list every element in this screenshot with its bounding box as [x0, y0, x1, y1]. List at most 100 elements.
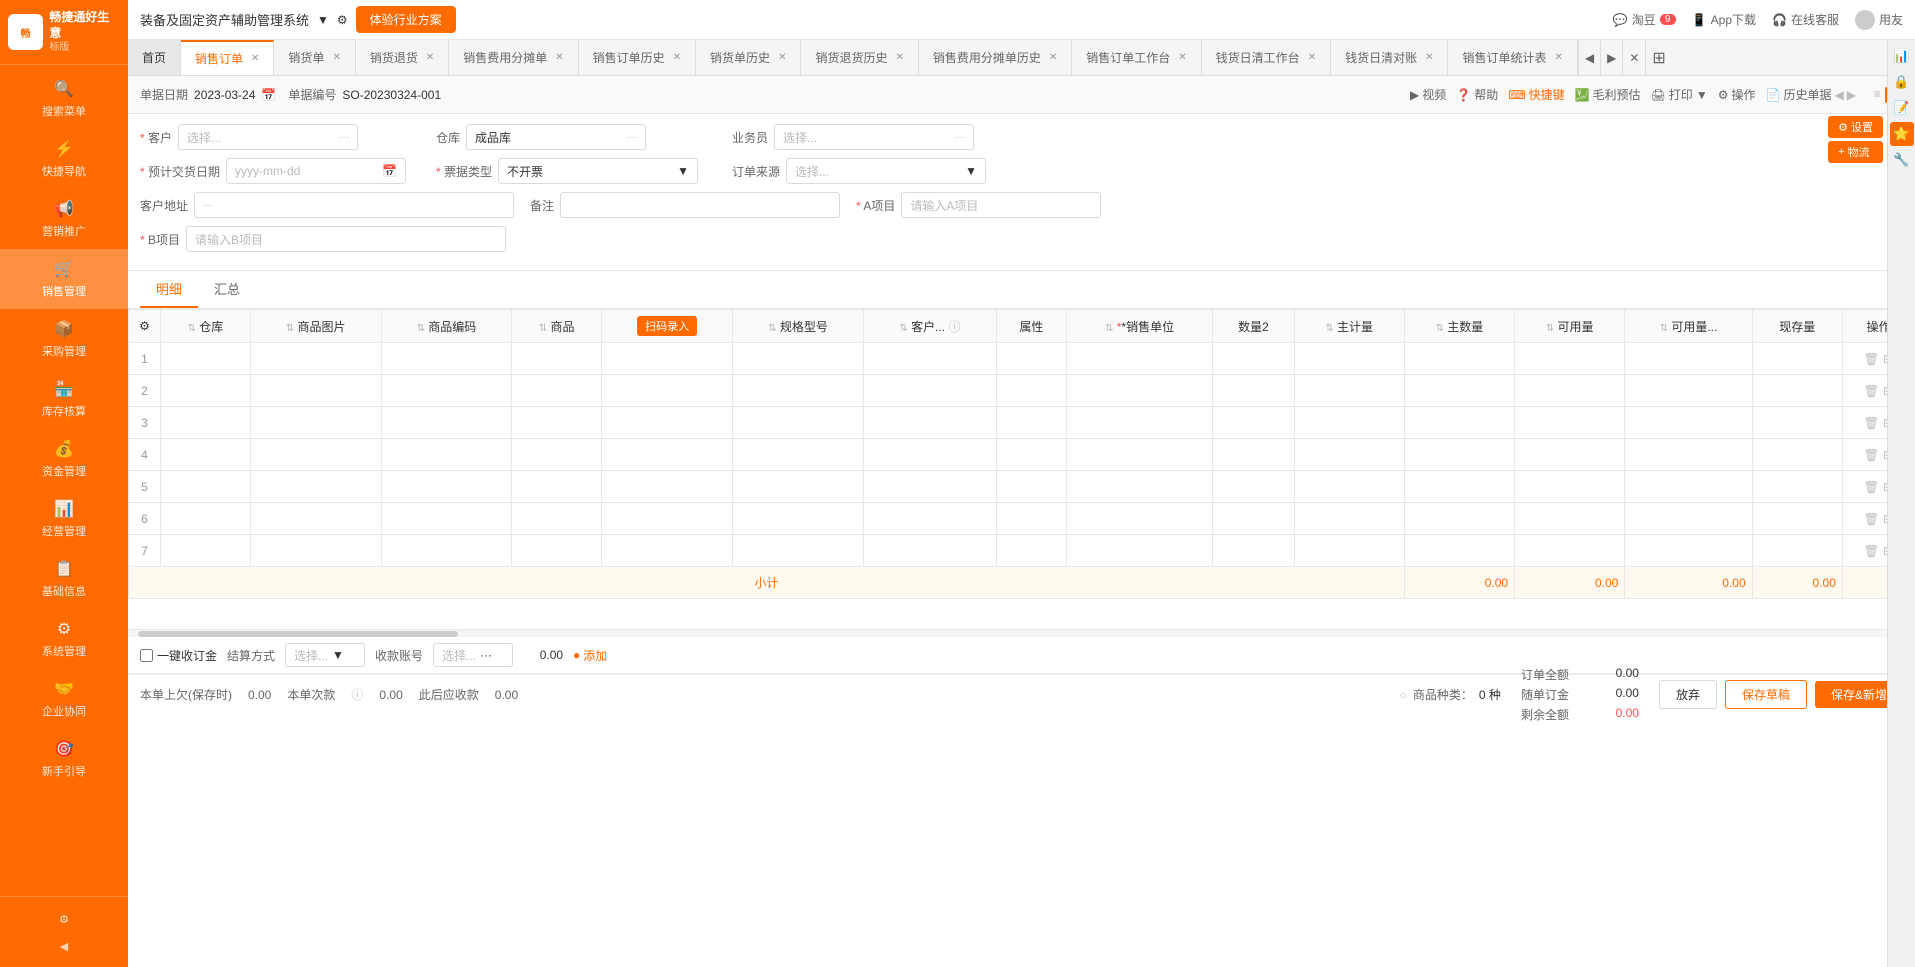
row-3-spec[interactable] — [733, 407, 864, 439]
tab-close-sales-order[interactable]: ✕ — [251, 53, 259, 64]
col-warehouse[interactable]: ⇅ 仓库 — [161, 310, 251, 343]
row-6-main-qty[interactable] — [1404, 503, 1514, 535]
row-2-customer-code[interactable] — [863, 375, 996, 407]
tab-sales-refund-history[interactable]: 销货退货历史 ✕ — [801, 40, 918, 76]
tab-close-sales-fee-history[interactable]: ✕ — [1049, 52, 1057, 63]
row-2-attribute[interactable] — [996, 375, 1066, 407]
tab-nav-close[interactable]: ✕ — [1622, 40, 1645, 76]
tab-sales-workbench[interactable]: 销售订单工作台 ✕ — [1072, 40, 1201, 76]
tab-close-sales-fee[interactable]: ✕ — [555, 52, 563, 63]
row-6-unit[interactable] — [1066, 503, 1213, 535]
row-5-product[interactable] — [512, 471, 602, 503]
settlement-method-select[interactable]: 选择... ▼ — [285, 643, 365, 667]
row-7-spec[interactable] — [733, 535, 864, 567]
sidebar-item-marketing[interactable]: 📢 营销推广 — [0, 189, 128, 249]
row-1-qty2[interactable] — [1213, 343, 1294, 375]
delete-icon[interactable]: 🗑 — [1864, 352, 1879, 366]
row-5-warehouse[interactable] — [161, 471, 251, 503]
sidebar-item-operations[interactable]: 📊 经营管理 — [0, 489, 128, 549]
remark-input[interactable] — [560, 192, 840, 218]
tab-nav-next[interactable]: ▶ — [1600, 40, 1622, 76]
row-3-product[interactable] — [512, 407, 602, 439]
tab-sales-history[interactable]: 销售订单历史 ✕ — [579, 40, 696, 76]
shortcut-btn[interactable]: ⌨ 快捷键 — [1508, 86, 1564, 103]
row-1-main-qty[interactable] — [1404, 343, 1514, 375]
row-3-warehouse[interactable] — [161, 407, 251, 439]
row-6-spec[interactable] — [733, 503, 864, 535]
tab-nav-menu[interactable]: ⊞ — [1645, 40, 1671, 76]
row-3-code[interactable] — [381, 407, 512, 439]
row-4-qty2[interactable] — [1213, 439, 1294, 471]
order-source-select[interactable]: 选择... ▼ — [786, 158, 986, 184]
tab-cash-reconcile[interactable]: 钱货日清对账 ✕ — [1331, 40, 1448, 76]
delete-icon[interactable]: 🗑 — [1864, 512, 1879, 526]
delete-icon[interactable]: 🗑 — [1864, 544, 1879, 558]
tab-close-sales-workbench[interactable]: ✕ — [1178, 52, 1186, 63]
tab-sales-stats[interactable]: 销售订单统计表 ✕ — [1448, 40, 1577, 76]
sidebar-collapse[interactable]: ◀ — [0, 934, 128, 959]
row-5-spec[interactable] — [733, 471, 864, 503]
row-4-spec[interactable] — [733, 439, 864, 471]
row-5-qty2[interactable] — [1213, 471, 1294, 503]
right-panel-star-icon[interactable]: ⭐ — [1890, 122, 1914, 146]
industry-solution-button[interactable]: 体验行业方案 — [356, 6, 456, 33]
scrollbar-thumb[interactable] — [138, 631, 458, 637]
tab-sales-return[interactable]: 销货单 ✕ — [274, 40, 355, 76]
salesperson-input[interactable]: 选择... ··· — [774, 124, 974, 150]
row-4-product[interactable] — [512, 439, 602, 471]
row-6-warehouse[interactable] — [161, 503, 251, 535]
row-1-unit[interactable] — [1066, 343, 1213, 375]
delivery-date-input[interactable]: yyyy-mm-dd 📅 — [226, 158, 406, 184]
service-item[interactable]: 🎧 在线客服 — [1772, 11, 1839, 28]
project-a-input[interactable]: 请输入A项目 — [901, 192, 1101, 218]
invoice-type-select[interactable]: 不开票 ▼ — [498, 158, 698, 184]
row-1-warehouse[interactable] — [161, 343, 251, 375]
row-4-code[interactable] — [381, 439, 512, 471]
add-logistics-button[interactable]: + 物流 — [1828, 141, 1883, 163]
row-3-customer-code[interactable] — [863, 407, 996, 439]
tab-close-sales-history[interactable]: ✕ — [673, 52, 681, 63]
sidebar-item-base[interactable]: 📋 基础信息 — [0, 549, 128, 609]
row-5-attribute[interactable] — [996, 471, 1066, 503]
right-panel-chart-icon[interactable]: 📊 — [1890, 44, 1914, 68]
row-3-unit[interactable] — [1066, 407, 1213, 439]
customer-input[interactable]: 选择... ··· — [178, 124, 358, 150]
horizontal-scrollbar[interactable] — [128, 629, 1915, 637]
tab-close-sales-refund[interactable]: ✕ — [426, 52, 434, 63]
tab-summary[interactable]: 汇总 — [198, 271, 256, 308]
user-item[interactable]: 用友 — [1855, 10, 1903, 30]
settings-btn[interactable]: ⚙ — [337, 13, 348, 27]
row-7-attribute[interactable] — [996, 535, 1066, 567]
project-b-input[interactable]: 请输入B项目 — [186, 226, 506, 252]
delete-icon[interactable]: 🗑 — [1864, 480, 1879, 494]
row-5-code[interactable] — [381, 471, 512, 503]
delete-icon[interactable]: 🗑 — [1864, 384, 1879, 398]
tab-sales-fee[interactable]: 销售费用分摊单 ✕ — [449, 40, 578, 76]
discard-button[interactable]: 放弃 — [1659, 680, 1717, 709]
calendar-icon[interactable]: 📅 — [261, 88, 276, 102]
operation-btn[interactable]: ⚙ 操作 — [1718, 86, 1756, 103]
settings-config-button[interactable]: ⚙ 设置 — [1828, 116, 1883, 138]
row-1-product[interactable] — [512, 343, 602, 375]
tab-sales-refund[interactable]: 销货退货 ✕ — [356, 40, 449, 76]
row-1-attribute[interactable] — [996, 343, 1066, 375]
app-download-item[interactable]: 📱 App下载 — [1692, 11, 1756, 28]
row-2-unit[interactable] — [1066, 375, 1213, 407]
sidebar-item-purchase[interactable]: 📦 采购管理 — [0, 309, 128, 369]
row-5-main-qty[interactable] — [1404, 471, 1514, 503]
row-6-code[interactable] — [381, 503, 512, 535]
help-btn[interactable]: ❓ 帮助 — [1456, 86, 1498, 103]
row-4-main-qty[interactable] — [1404, 439, 1514, 471]
row-1-spec[interactable] — [733, 343, 864, 375]
tab-sales-order[interactable]: 销售订单 ✕ — [181, 40, 274, 76]
delete-icon[interactable]: 🗑 — [1864, 448, 1879, 462]
row-3-attribute[interactable] — [996, 407, 1066, 439]
history-nav-next[interactable]: ▶ — [1847, 88, 1856, 102]
right-panel-lock-icon[interactable]: 🔒 — [1890, 70, 1914, 94]
tab-close-cash-daily[interactable]: ✕ — [1308, 52, 1316, 63]
right-panel-tool-icon[interactable]: 🔧 — [1890, 148, 1914, 172]
row-7-product[interactable] — [512, 535, 602, 567]
row-2-qty2[interactable] — [1213, 375, 1294, 407]
sidebar-settings[interactable]: ⚙ — [0, 905, 128, 934]
address-input[interactable]: ··· — [194, 192, 514, 218]
